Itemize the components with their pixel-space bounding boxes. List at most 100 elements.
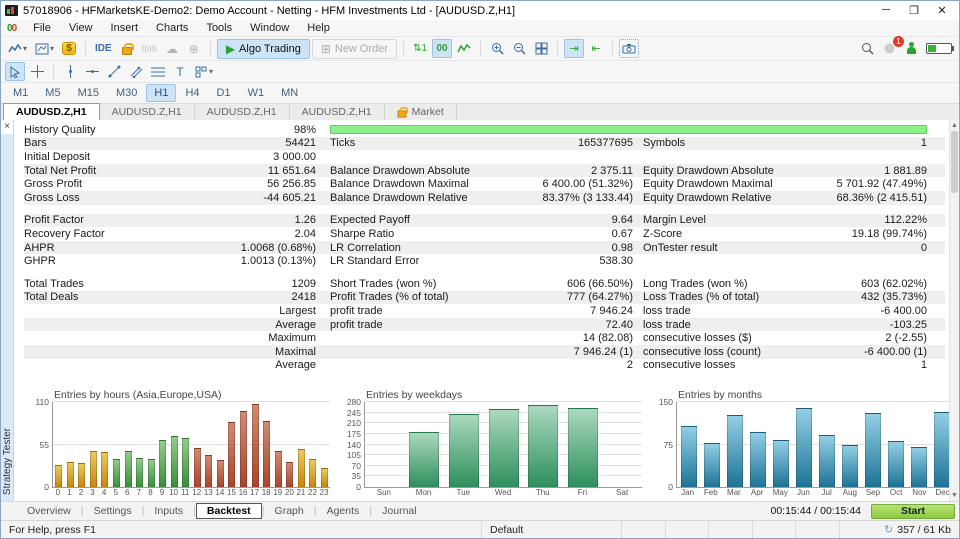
y-tick-label: 280 [346,397,361,408]
algo-trading-button[interactable]: ▶ Algo Trading [216,38,310,59]
chart-tab-1[interactable]: AUDUSD.Z,H1 [100,104,195,120]
horizontal-line-icon[interactable] [82,62,102,81]
notifications-icon[interactable]: 1 [879,36,904,58]
sort-ticks-icon[interactable]: ⇅1 [410,39,430,58]
zoom-out-icon[interactable] [509,39,529,58]
zoom-in-icon[interactable] [487,39,507,58]
bar-Mon [409,432,440,488]
status-profile[interactable]: Default [481,521,621,538]
signals-icon[interactable]: ((o)) [139,39,160,58]
tester-tab-inputs[interactable]: Inputs [144,503,193,519]
bar-Nov [911,446,928,488]
timeframe-m30[interactable]: M30 [108,84,145,102]
window-title: 57018906 - HFMarketsKE-Demo2: Demo Accou… [23,4,516,17]
market-watch-icon[interactable]: $ [59,39,79,58]
x-axis-labels: Jan Feb Mar Apr May Jun Jul Aug Sep Oct Nov Dec [681,488,949,498]
menu-item-file[interactable]: File [24,21,60,35]
timeframe-h1[interactable]: H1 [146,84,177,102]
vertical-scrollbar[interactable]: ▲ ▼ [949,120,959,501]
channel-icon[interactable] [126,62,146,81]
stat-cell: Loss Trades (% of total) 432 (35.73%) [643,291,927,304]
bar-Mar [726,415,743,488]
scroll-up-icon[interactable]: ▲ [951,120,958,131]
stat-cell: Average [275,359,316,372]
shapes-icon[interactable]: ▾ [192,62,216,81]
app-icon [5,5,18,16]
tab-market[interactable]: Market [385,104,457,120]
screenshot-icon[interactable] [619,39,640,58]
menu-item-insert[interactable]: Insert [102,21,148,35]
menu-item-window[interactable]: Window [241,21,298,35]
bar-16 [240,410,248,488]
crosshair-icon[interactable] [27,62,47,81]
close-button[interactable]: ✕ [935,4,949,17]
chart-tab-2[interactable]: AUDUSD.Z,H1 [195,104,290,120]
menu-item-tools[interactable]: Tools [197,21,241,35]
bar-Jul [819,434,835,488]
tile-windows-icon[interactable] [531,39,551,58]
y-tick-label: 140 [346,439,361,450]
scrollbar-thumb[interactable] [951,131,958,193]
main-toolbar: ▾ ▾ $ IDE ((o)) ☁ ⊕ ▶ Algo Trading ⊞ New… [1,36,959,60]
tester-tab-backtest[interactable]: Backtest [195,503,262,519]
text-tool-icon[interactable]: T [170,62,190,81]
timeframe-m5[interactable]: M5 [37,84,68,102]
timeframe-w1[interactable]: W1 [240,84,273,102]
new-order-button[interactable]: ⊞ New Order [311,38,398,59]
chart-tab-0[interactable]: AUDUSD.Z,H1 [3,103,100,120]
step-forward-icon[interactable]: ⇥ [564,39,585,58]
panel-close-icon[interactable]: × [1,120,13,134]
cursor-icon[interactable] [5,62,25,81]
ide-button[interactable]: IDE [92,39,115,58]
web-request-icon[interactable]: ⊕ [184,39,204,58]
chart-type-icon[interactable]: ▾ [5,39,30,58]
bar-Sep [865,412,882,488]
step-back-icon[interactable]: ⇤ [586,39,606,58]
status-help-text: For Help, press F1 [9,523,96,536]
menu-item-charts[interactable]: Charts [147,21,197,35]
community-icon[interactable] [901,39,921,58]
chart-panel-1: Entries by weekdays 0 35 70 105 140 175 210 245 2… [336,389,642,497]
start-button[interactable]: Start [871,503,955,519]
minimize-button[interactable]: ─ [879,4,893,17]
scroll-down-icon[interactable]: ▼ [951,490,958,501]
tester-tab-agents[interactable]: Agents [317,503,370,519]
new-chart-icon[interactable]: ▾ [32,39,57,58]
menu-item-help[interactable]: Help [298,21,339,35]
bar-Jun [795,407,812,488]
line-mode-icon[interactable] [454,39,474,58]
timeframe-h4[interactable]: H4 [177,84,207,102]
bar-19 [274,450,282,488]
stats-table: History Quality 98% Bars 54421 Ticks 16537769… [24,123,945,372]
lock-icon[interactable] [117,39,137,58]
stat-cell: Bars 54421 [24,137,316,150]
timeframe-m1[interactable]: M1 [5,84,36,102]
market-lock-icon [397,106,408,118]
chart-tab-3[interactable]: AUDUSD.Z,H1 [290,104,385,120]
bar-May [772,439,789,488]
stats-row: Profit Factor 1.26 Expected Payoff 9.64 Marg… [24,213,945,228]
tester-tab-journal[interactable]: Journal [372,503,426,519]
bar-4 [101,451,109,488]
vertical-line-icon[interactable] [60,62,80,81]
tester-tab-overview[interactable]: Overview [17,503,81,519]
cloud-icon[interactable]: ☁ [162,39,182,58]
tester-tab-settings[interactable]: Settings [84,503,142,519]
tester-tab-graph[interactable]: Graph [265,503,314,519]
bars-toggle-icon[interactable]: 00 [432,39,453,58]
menu-item-view[interactable]: View [60,21,102,35]
bar-10 [170,436,178,488]
stats-row: Initial Deposit 3 000.00 [24,150,945,164]
timeframe-d1[interactable]: D1 [209,84,239,102]
strategy-tester-panel: × Strategy Tester History Quality 98% Bars… [1,120,959,501]
bar-20 [286,461,294,488]
status-bar: For Help, press F1 Default ↻ 357 / 61 Kb [1,520,959,538]
fibonacci-icon[interactable] [148,62,168,81]
bar-Tue [448,413,479,488]
timeframe-m15[interactable]: M15 [70,84,107,102]
timeframe-mn[interactable]: MN [273,84,306,102]
search-icon[interactable] [857,39,877,58]
restore-button[interactable]: ❐ [907,4,921,17]
trendline-icon[interactable] [104,62,124,81]
bar-17 [251,404,259,488]
